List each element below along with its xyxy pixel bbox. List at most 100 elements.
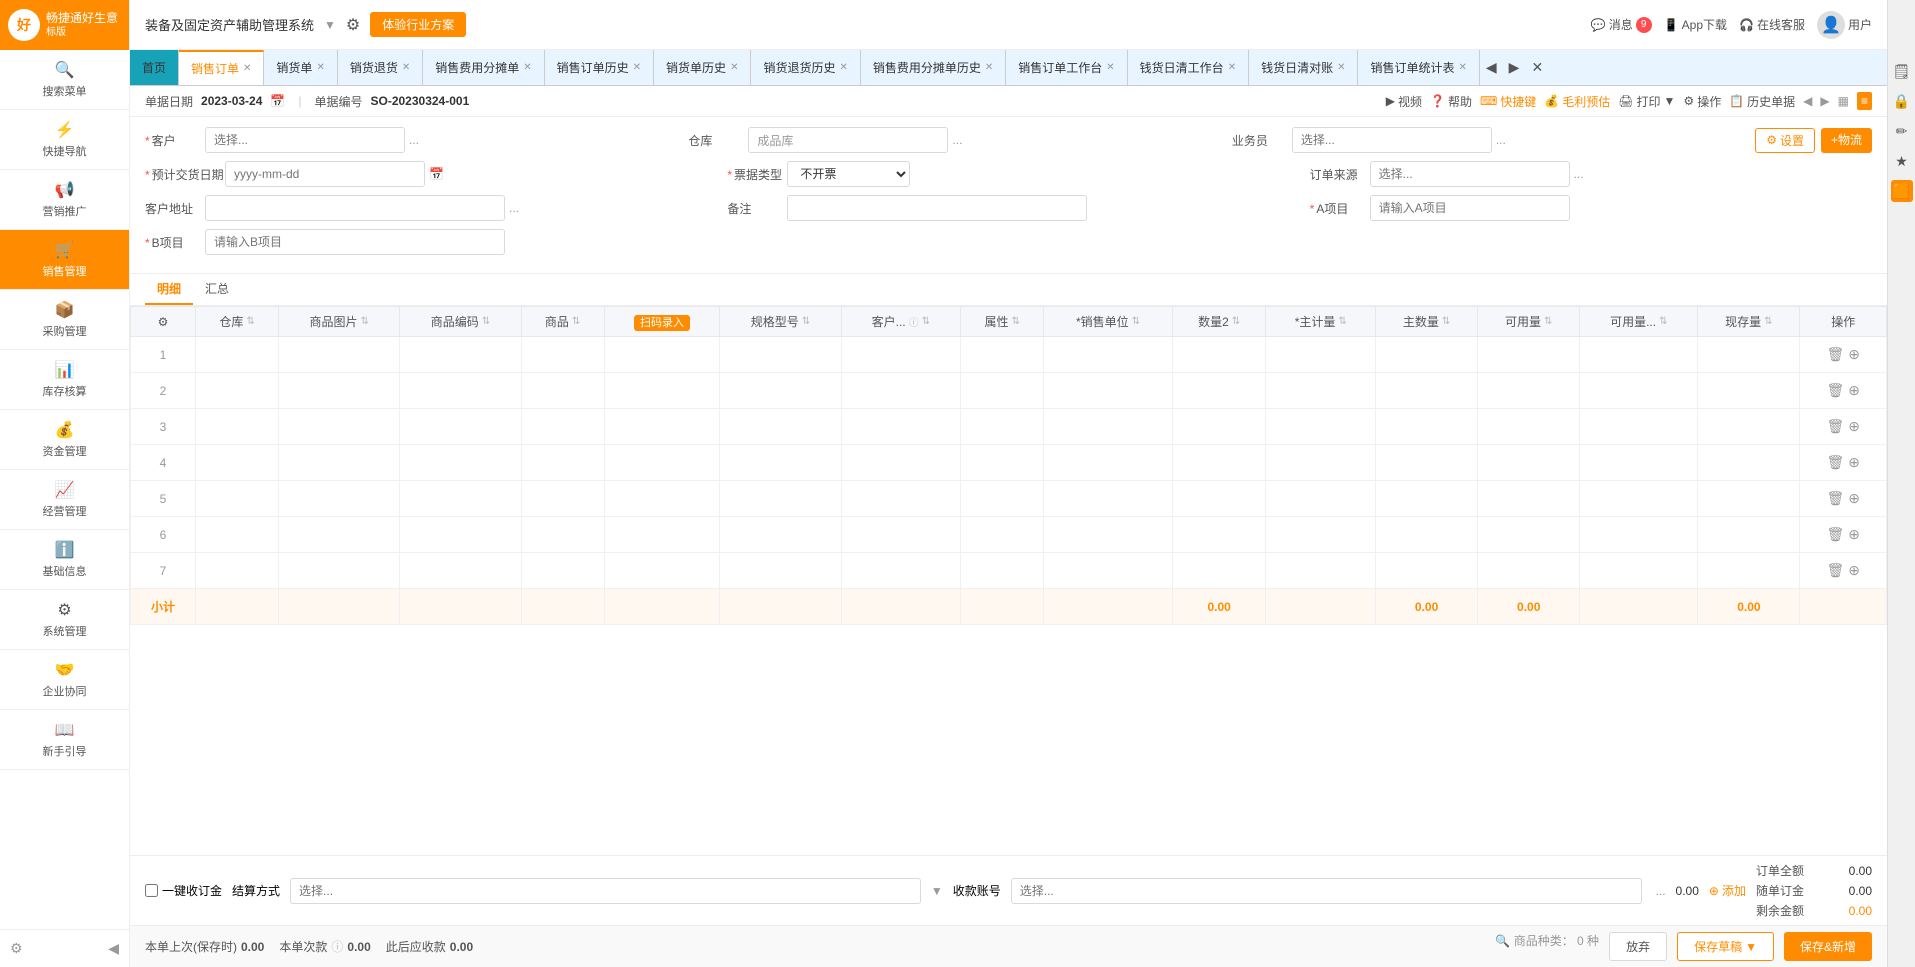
order-source-input[interactable] — [1370, 161, 1570, 187]
tab-钱货日清对账[interactable]: 钱货日清对账✕ — [1249, 50, 1358, 85]
tab-销售订单统计表[interactable]: 销售订单统计表✕ — [1358, 50, 1479, 85]
delivery-date-input[interactable] — [225, 161, 425, 187]
salesperson-more-btn[interactable]: ... — [1496, 133, 1506, 147]
detail-tab-汇总[interactable]: 汇总 — [193, 274, 241, 305]
settings-icon-top[interactable]: ⚙ — [346, 15, 360, 35]
add-link[interactable]: ⊕ 添加 — [1709, 882, 1746, 899]
delete-icon[interactable]: 🗑 — [1826, 346, 1844, 362]
warehouse-more-btn[interactable]: ... — [952, 133, 962, 147]
tab-销售订单工作台[interactable]: 销售订单工作台✕ — [1006, 50, 1127, 85]
detail-tab-明细[interactable]: 明细 — [145, 274, 193, 305]
dropdown-save-icon[interactable]: ▼ — [1745, 940, 1757, 954]
sidebar-item-资金管理[interactable]: 💰资金管理 — [0, 410, 129, 470]
delete-icon[interactable]: 🗑 — [1826, 526, 1844, 542]
shortcut-button[interactable]: ⌨ 快捷键 — [1480, 93, 1536, 110]
settings-icon[interactable]: ⚙ — [10, 940, 23, 957]
sidebar-item-营销推广[interactable]: 📢营销推广 — [0, 170, 129, 230]
order-source-more-btn[interactable]: ... — [1574, 167, 1584, 181]
customer-input[interactable] — [205, 127, 405, 153]
delete-icon[interactable]: 🗑 — [1826, 562, 1844, 578]
scan-button[interactable]: 扫码录入 — [634, 315, 690, 331]
th-*主计量: *主计量⇅ — [1266, 307, 1376, 337]
tab-销售费用分摊单[interactable]: 销售费用分摊单✕ — [423, 50, 544, 85]
delete-icon[interactable]: 🗑 — [1826, 454, 1844, 470]
right-icon-orange[interactable]: 🟧 — [1891, 180, 1913, 202]
collapse-icon[interactable]: ◀ — [108, 940, 119, 957]
online-service-button[interactable]: 🎧 在线客服 — [1739, 16, 1805, 33]
a-project-input[interactable] — [1370, 195, 1570, 221]
sidebar-item-基础信息[interactable]: ℹ️基础信息 — [0, 530, 129, 590]
sidebar-item-系统管理[interactable]: ⚙系统管理 — [0, 590, 129, 650]
history-button[interactable]: 📋 历史单据 — [1729, 93, 1795, 110]
salesperson-input[interactable] — [1292, 127, 1492, 153]
message-button[interactable]: 💬 消息 9 — [1591, 16, 1652, 33]
tab-销售订单[interactable]: 销售订单✕ — [179, 50, 264, 85]
solution-button[interactable]: 体验行业方案 — [370, 12, 466, 37]
delete-icon[interactable]: 🗑 — [1826, 418, 1844, 434]
copy-icon[interactable]: ⊕ — [1848, 454, 1860, 470]
tab-home[interactable]: 首页 — [130, 50, 179, 85]
ops-button[interactable]: ⚙ 操作 — [1683, 93, 1721, 110]
copy-icon[interactable]: ⊕ — [1848, 562, 1860, 578]
sidebar-item-企业协同[interactable]: 🤝企业协同 — [0, 650, 129, 710]
tab-next-btn[interactable]: ▶ — [1503, 59, 1526, 76]
sidebar-item-快捷导航[interactable]: ⚡快捷导航 — [0, 110, 129, 170]
copy-icon[interactable]: ⊕ — [1848, 418, 1860, 434]
next-page-icon[interactable]: ▶ — [1820, 94, 1829, 108]
address-input[interactable] — [205, 195, 505, 221]
calendar-icon[interactable]: 📅 — [270, 94, 285, 108]
right-icon-doc[interactable]: 🗒 — [1891, 60, 1913, 82]
print-button[interactable]: 🖨 打印 ▼ — [1618, 93, 1675, 110]
copy-icon[interactable]: ⊕ — [1848, 346, 1860, 362]
copy-icon[interactable]: ⊕ — [1848, 382, 1860, 398]
tab-prev-btn[interactable]: ◀ — [1480, 59, 1503, 76]
tab-销售费用分摊单历史[interactable]: 销售费用分摊单历史✕ — [861, 50, 1006, 85]
dropdown-arrow[interactable]: ▼ — [324, 18, 336, 32]
tab-销货单[interactable]: 销货单✕ — [264, 50, 337, 85]
prev-page-icon[interactable]: ◀ — [1803, 94, 1812, 108]
bank-more-btn[interactable]: ... — [1656, 884, 1666, 898]
dropdown-payment-icon[interactable]: ▼ — [931, 884, 943, 898]
right-icon-lock[interactable]: 🔒 — [1891, 90, 1913, 112]
one-click-checkbox[interactable] — [145, 884, 158, 897]
discard-button[interactable]: 放弃 — [1609, 932, 1667, 961]
delete-icon[interactable]: 🗑 — [1826, 382, 1844, 398]
sidebar-item-新手引导[interactable]: 📖新手引导 — [0, 710, 129, 770]
tab-销货单历史[interactable]: 销货单历史✕ — [654, 50, 751, 85]
tab-销货退货[interactable]: 销货退货✕ — [338, 50, 423, 85]
logistics-button[interactable]: +物流 — [1821, 128, 1872, 153]
app-download-button[interactable]: 📱 App下载 — [1664, 16, 1727, 33]
bank-account-input[interactable] — [1011, 878, 1642, 904]
tab-销货退货历史[interactable]: 销货退货历史✕ — [751, 50, 860, 85]
note-input[interactable] — [787, 195, 1087, 221]
sidebar-item-搜索菜单[interactable]: 🔍搜索菜单 — [0, 50, 129, 110]
grid-view-icon[interactable]: ▦ — [1838, 94, 1849, 108]
calendar-small-icon[interactable]: 📅 — [429, 167, 444, 181]
save-new-button[interactable]: 保存&新增 — [1784, 932, 1872, 961]
address-more-btn[interactable]: ... — [509, 201, 519, 215]
right-icon-star[interactable]: ★ — [1891, 150, 1913, 172]
payment-method-input[interactable] — [290, 878, 921, 904]
delete-icon[interactable]: 🗑 — [1826, 490, 1844, 506]
sidebar-item-销售管理[interactable]: 🛒销售管理 — [0, 230, 129, 290]
profit-button[interactable]: 💰 毛利预估 — [1544, 93, 1610, 110]
tab-钱货日清工作台[interactable]: 钱货日清工作台✕ — [1128, 50, 1249, 85]
video-button[interactable]: ▶ 视频 — [1386, 93, 1422, 110]
copy-icon[interactable]: ⊕ — [1848, 526, 1860, 542]
tab-close-all-btn[interactable]: ✕ — [1525, 59, 1549, 76]
sidebar-item-经营管理[interactable]: 📈经营管理 — [0, 470, 129, 530]
warehouse-input[interactable] — [748, 127, 948, 153]
list-view-icon[interactable]: ≡ — [1857, 92, 1872, 110]
b-project-input[interactable] — [205, 229, 505, 255]
help-button[interactable]: ❓ 帮助 — [1430, 93, 1472, 110]
set-button[interactable]: ⚙ 设置 — [1755, 128, 1815, 153]
sidebar-item-采购管理[interactable]: 📦采购管理 — [0, 290, 129, 350]
customer-more-btn[interactable]: ... — [409, 133, 419, 147]
save-draft-button[interactable]: 保存草稿 ▼ — [1677, 932, 1774, 961]
invoice-type-select[interactable]: 不开票 增值税普通发票 增值税专用发票 — [787, 161, 910, 187]
tab-销售订单历史[interactable]: 销售订单历史✕ — [545, 50, 654, 85]
user-area[interactable]: 👤 用户 — [1817, 11, 1872, 39]
sidebar-item-库存核算[interactable]: 📊库存核算 — [0, 350, 129, 410]
right-icon-edit[interactable]: ✏ — [1891, 120, 1913, 142]
copy-icon[interactable]: ⊕ — [1848, 490, 1860, 506]
